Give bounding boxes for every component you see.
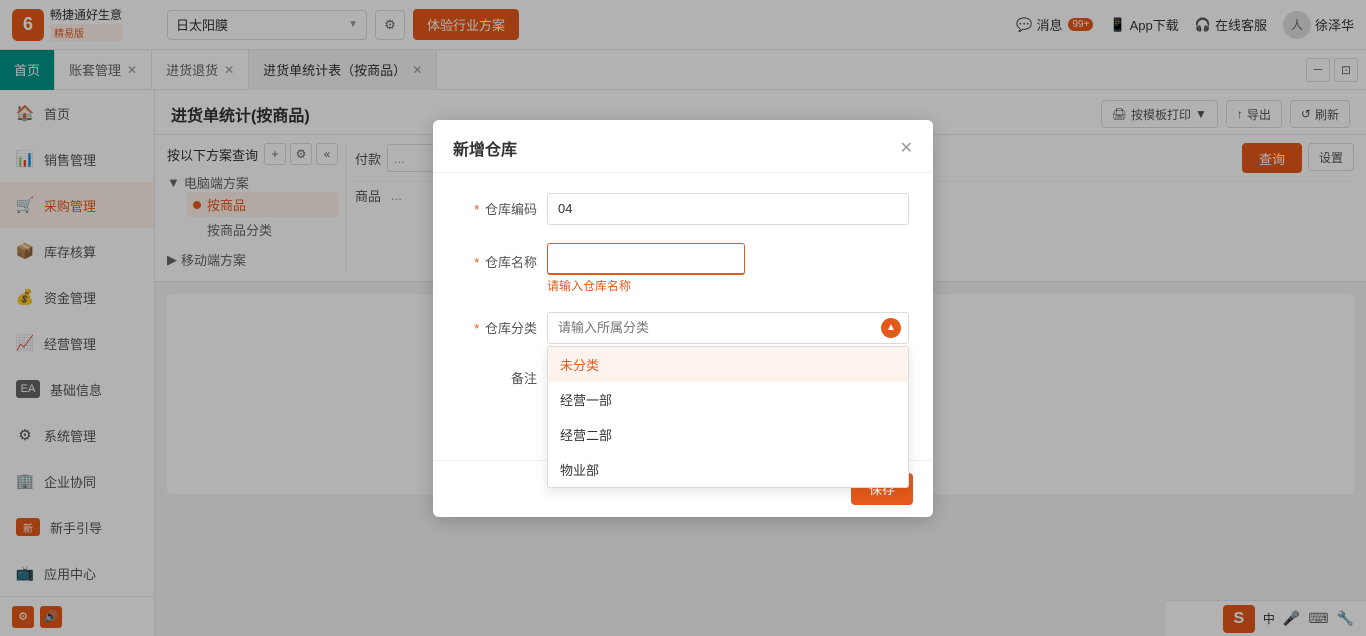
form-row-name: * 仓库名称 请输入仓库名称 <box>457 243 909 294</box>
form-row-code: * 仓库编码 <box>457 193 909 225</box>
category-dropdown: 未分类 经营一部 经营二部 物业部 <box>547 346 909 488</box>
new-warehouse-modal: 新增仓库 ✕ * 仓库编码 * 仓库名称 <box>433 120 933 517</box>
modal-body: * 仓库编码 * 仓库名称 请输入仓库名称 * <box>433 173 933 460</box>
category-input[interactable] <box>547 312 909 344</box>
modal-header: 新增仓库 ✕ <box>433 120 933 173</box>
name-input[interactable] <box>547 243 745 275</box>
dropdown-item-uncategorized[interactable]: 未分类 <box>548 347 908 382</box>
code-input[interactable] <box>547 193 909 225</box>
dropdown-item-ops1[interactable]: 经营一部 <box>548 382 908 417</box>
category-arrow-icon[interactable]: ▲ <box>881 318 901 338</box>
form-row-category: * 仓库分类 ▲ 未分类 经营一部 经营二部 物业部 <box>457 312 909 344</box>
modal-close-button[interactable]: ✕ <box>900 138 913 158</box>
category-label: * 仓库分类 <box>457 312 537 337</box>
modal-overlay: 新增仓库 ✕ * 仓库编码 * 仓库名称 <box>0 0 1366 636</box>
dropdown-item-ops2[interactable]: 经营二部 <box>548 417 908 452</box>
category-select-wrapper: ▲ 未分类 经营一部 经营二部 物业部 <box>547 312 909 344</box>
modal-title: 新增仓库 <box>453 136 517 160</box>
dropdown-item-property[interactable]: 物业部 <box>548 452 908 487</box>
name-label: * 仓库名称 <box>457 246 537 271</box>
code-label: * 仓库编码 <box>457 193 537 218</box>
note-label: 备注 <box>457 362 537 387</box>
name-error-msg: 请输入仓库名称 <box>547 277 631 294</box>
